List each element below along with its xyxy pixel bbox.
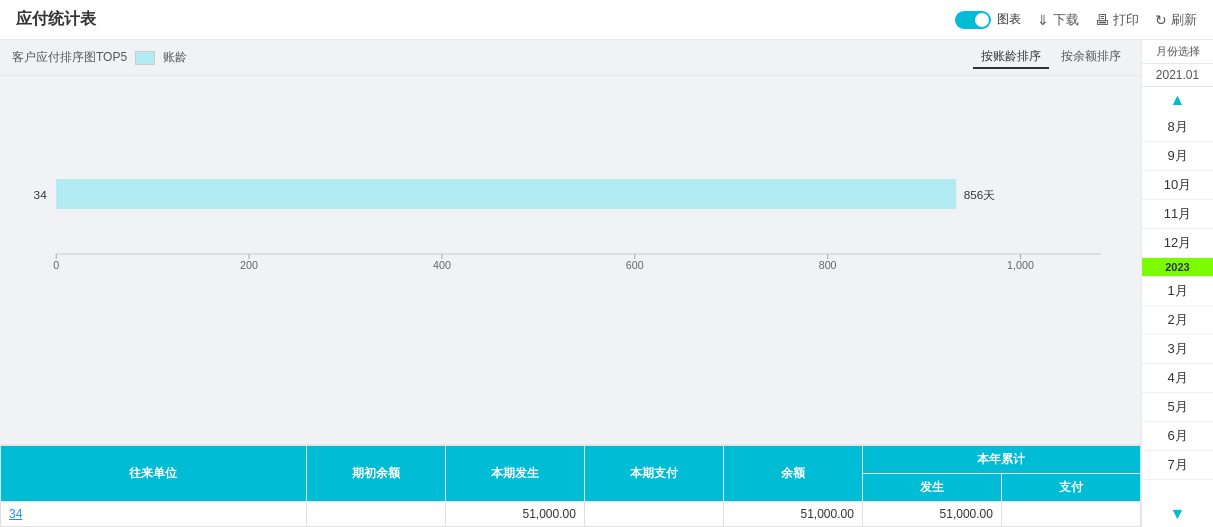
- sidebar-month-item[interactable]: 3月: [1142, 335, 1213, 364]
- sidebar-title: 月份选择: [1142, 40, 1213, 64]
- th-bnj-fasheng: 发生: [862, 474, 1001, 502]
- th-qichu: 期初余额: [306, 446, 445, 502]
- th-bennianjilei: 本年累计: [862, 446, 1140, 474]
- sidebar-month-item[interactable]: 2023: [1142, 258, 1213, 277]
- chart-header: 客户应付排序图TOP5 账龄 按账龄排序 按余额排序: [0, 40, 1141, 76]
- chart-area: 34 856天 0 200 400 600 800: [0, 76, 1141, 444]
- td-qichu: [306, 502, 445, 527]
- sidebar-month-item[interactable]: 8月: [1142, 113, 1213, 142]
- td-fasheng: 51,000.00: [445, 502, 584, 527]
- table-header-row1: 往来单位 期初余额 本期发生 本期支付 余额 本年累计: [1, 446, 1141, 474]
- sidebar-month-list: 8月9月10月11月12月20231月2月3月4月5月6月7月: [1142, 113, 1213, 501]
- sort-by-balance-button[interactable]: 按余额排序: [1053, 46, 1129, 69]
- sidebar-month-item[interactable]: 11月: [1142, 200, 1213, 229]
- th-fasheng: 本期发生: [445, 446, 584, 502]
- sidebar-nav-down-button[interactable]: ▼: [1142, 501, 1213, 527]
- table-wrapper: 往来单位 期初余额 本期发生 本期支付 余额 本年累计 发生 支付: [0, 445, 1141, 527]
- td-yue: 51,000.00: [723, 502, 862, 527]
- sidebar-month-item[interactable]: 7月: [1142, 451, 1213, 480]
- table-row: 34 51,000.00 51,000.00 51,000.00: [1, 502, 1141, 527]
- bar-end-label: 856天: [964, 189, 995, 201]
- legend-color-box: [135, 51, 155, 65]
- data-table: 往来单位 期初余额 本期发生 本期支付 余额 本年累计 发生 支付: [0, 445, 1141, 527]
- sidebar-month-item[interactable]: 4月: [1142, 364, 1213, 393]
- app-container: 应付统计表 图表 ⇓ 下载 🖶 打印 ↻ 刷新: [0, 0, 1213, 527]
- sidebar-month-item[interactable]: 6月: [1142, 422, 1213, 451]
- sort-by-age-button[interactable]: 按账龄排序: [973, 46, 1049, 69]
- chart-legend: 客户应付排序图TOP5 账龄: [12, 49, 187, 66]
- th-yue: 余额: [723, 446, 862, 502]
- toggle-track[interactable]: [955, 11, 991, 29]
- sidebar-year-display: 2021.01: [1142, 64, 1213, 87]
- table-container: 往来单位 期初余额 本期发生 本期支付 余额 本年累计 发生 支付: [0, 444, 1141, 527]
- print-label: 打印: [1113, 11, 1139, 29]
- svg-text:800: 800: [819, 260, 837, 271]
- sidebar: 月份选择 2021.01 ▲ 8月9月10月11月12月20231月2月3月4月…: [1141, 40, 1213, 527]
- sidebar-month-item[interactable]: 1月: [1142, 277, 1213, 306]
- svg-text:0: 0: [53, 260, 59, 271]
- td-laiwai: 34: [1, 502, 307, 527]
- left-panel: 客户应付排序图TOP5 账龄 按账龄排序 按余额排序 34 856天: [0, 40, 1141, 527]
- sidebar-month-item[interactable]: 2月: [1142, 306, 1213, 335]
- download-button[interactable]: ⇓ 下载: [1037, 11, 1079, 29]
- print-button[interactable]: 🖶 打印: [1095, 11, 1139, 29]
- chart-toggle[interactable]: 图表: [955, 11, 1021, 29]
- header-actions: 图表 ⇓ 下载 🖶 打印 ↻ 刷新: [955, 11, 1197, 29]
- svg-text:600: 600: [626, 260, 644, 271]
- print-icon: 🖶: [1095, 12, 1109, 28]
- refresh-button[interactable]: ↻ 刷新: [1155, 11, 1197, 29]
- chart-legend-text: 客户应付排序图TOP5: [12, 49, 127, 66]
- svg-text:400: 400: [433, 260, 451, 271]
- top-bar: 应付统计表 图表 ⇓ 下载 🖶 打印 ↻ 刷新: [0, 0, 1213, 40]
- table-body: 34 51,000.00 51,000.00 51,000.00: [1, 502, 1141, 527]
- td-bnj-zhifu: [1001, 502, 1140, 527]
- toggle-thumb: [975, 13, 989, 27]
- svg-text:1,000: 1,000: [1007, 260, 1034, 271]
- th-bnj-zhifu: 支付: [1001, 474, 1140, 502]
- chart-sort-buttons: 按账龄排序 按余额排序: [973, 46, 1129, 69]
- toggle-label: 图表: [997, 11, 1021, 28]
- download-label: 下载: [1053, 11, 1079, 29]
- content-area: 客户应付排序图TOP5 账龄 按账龄排序 按余额排序 34 856天: [0, 40, 1213, 527]
- chart-legend-box-label: 账龄: [163, 49, 187, 66]
- refresh-icon: ↻: [1155, 12, 1167, 28]
- svg-text:200: 200: [240, 260, 258, 271]
- refresh-label: 刷新: [1171, 11, 1197, 29]
- td-bnj-fasheng: 51,000.00: [862, 502, 1001, 527]
- laiwai-link[interactable]: 34: [9, 507, 22, 521]
- page-title: 应付统计表: [16, 9, 96, 30]
- bar-rect: [56, 179, 956, 209]
- th-zhifu: 本期支付: [584, 446, 723, 502]
- bar-chart-svg: 34 856天 0 200 400 600 800: [8, 84, 1133, 304]
- sidebar-month-item[interactable]: 10月: [1142, 171, 1213, 200]
- download-icon: ⇓: [1037, 12, 1049, 28]
- sidebar-month-item[interactable]: 9月: [1142, 142, 1213, 171]
- sidebar-nav-up-button[interactable]: ▲: [1142, 87, 1213, 113]
- bar-y-label: 34: [34, 189, 47, 201]
- th-laiwai: 往来单位: [1, 446, 307, 502]
- td-zhifu: [584, 502, 723, 527]
- sidebar-month-item[interactable]: 12月: [1142, 229, 1213, 258]
- sidebar-month-item[interactable]: 5月: [1142, 393, 1213, 422]
